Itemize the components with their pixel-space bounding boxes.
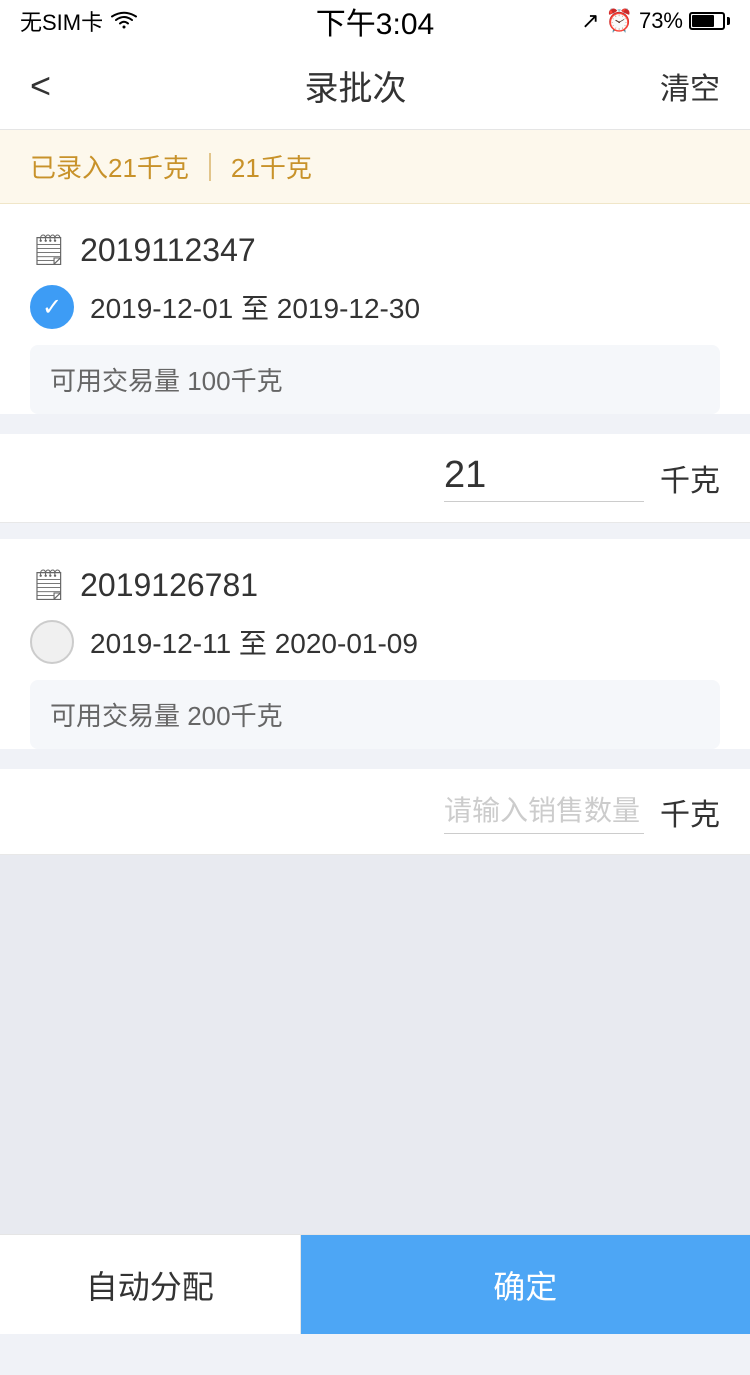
quantity-value-1[interactable]: 21 (444, 454, 486, 496)
status-right: ↗ ⏰ 73% (581, 8, 730, 34)
auto-distribute-button[interactable]: 自动分配 (0, 1235, 301, 1334)
content-area: 🗒 2019112347 2019-12-01 至 2019-12-30 可用交… (0, 204, 750, 1375)
section-divider (0, 523, 750, 539)
quantity-input-1: 21 千克 (444, 454, 720, 502)
quantity-underline-2[interactable]: 请输入销售数量 (444, 789, 644, 834)
nav-bar: < 录批次 清空 (0, 42, 750, 130)
wifi-icon (111, 11, 137, 31)
quantity-underline-1: 21 (444, 454, 644, 502)
batch-header-2: 🗒 2019126781 (30, 567, 720, 604)
confirm-button[interactable]: 确定 (301, 1235, 750, 1334)
bottom-bar: 自动分配 确定 (0, 1234, 750, 1334)
quantity-unit-2: 千克 (660, 790, 720, 834)
batch-date-row-1: 2019-12-01 至 2019-12-30 (30, 285, 720, 329)
batch-header-1: 🗒 2019112347 (30, 232, 720, 269)
batch-item-2: 🗒 2019126781 2019-12-11 至 2020-01-09 可用交… (0, 539, 750, 749)
location-icon: ↗ (581, 8, 599, 34)
batch-available-1: 可用交易量 100千克 (30, 345, 720, 414)
quantity-unit-1: 千克 (660, 456, 720, 500)
batch-date-row-2: 2019-12-11 至 2020-01-09 (30, 620, 720, 664)
quantity-placeholder-2[interactable]: 请输入销售数量 (444, 795, 640, 826)
clear-button[interactable]: 清空 (660, 64, 720, 108)
alarm-icon: ⏰ (606, 8, 633, 34)
quantity-row-1: 21 千克 (0, 434, 750, 523)
batch-number-1: 2019112347 (80, 232, 256, 269)
recorded-label: 已录入21千克 (30, 148, 189, 185)
banner-divider (209, 153, 211, 181)
status-bar: 无SIM卡 下午3:04 ↗ ⏰ 73% (0, 0, 750, 42)
batch-available-2: 可用交易量 200千克 (30, 680, 720, 749)
back-button[interactable]: < (30, 65, 51, 107)
batch-checkbox-1[interactable] (30, 285, 74, 329)
battery-icon (689, 12, 730, 30)
status-left: 无SIM卡 (20, 5, 137, 37)
batch-number-2: 2019126781 (80, 567, 258, 604)
status-time: 下午3:04 (316, 0, 434, 43)
gray-area (0, 855, 750, 1275)
recorded-value: 21千克 (231, 148, 312, 185)
batch-date-1: 2019-12-01 至 2019-12-30 (90, 287, 420, 327)
page-title: 录批次 (305, 61, 407, 110)
batch-checkbox-2[interactable] (30, 620, 74, 664)
quantity-row-2: 请输入销售数量 千克 (0, 769, 750, 855)
battery-pct: 73% (639, 8, 683, 34)
batch-date-2: 2019-12-11 至 2020-01-09 (90, 622, 418, 662)
batch-item-1: 🗒 2019112347 2019-12-01 至 2019-12-30 可用交… (0, 204, 750, 414)
carrier-text: 无SIM卡 (20, 5, 103, 37)
batch-doc-icon-1: 🗒 (30, 233, 68, 268)
quantity-input-2: 请输入销售数量 千克 (444, 789, 720, 834)
batch-doc-icon-2: 🗒 (30, 568, 68, 603)
info-banner: 已录入21千克 21千克 (0, 130, 750, 204)
